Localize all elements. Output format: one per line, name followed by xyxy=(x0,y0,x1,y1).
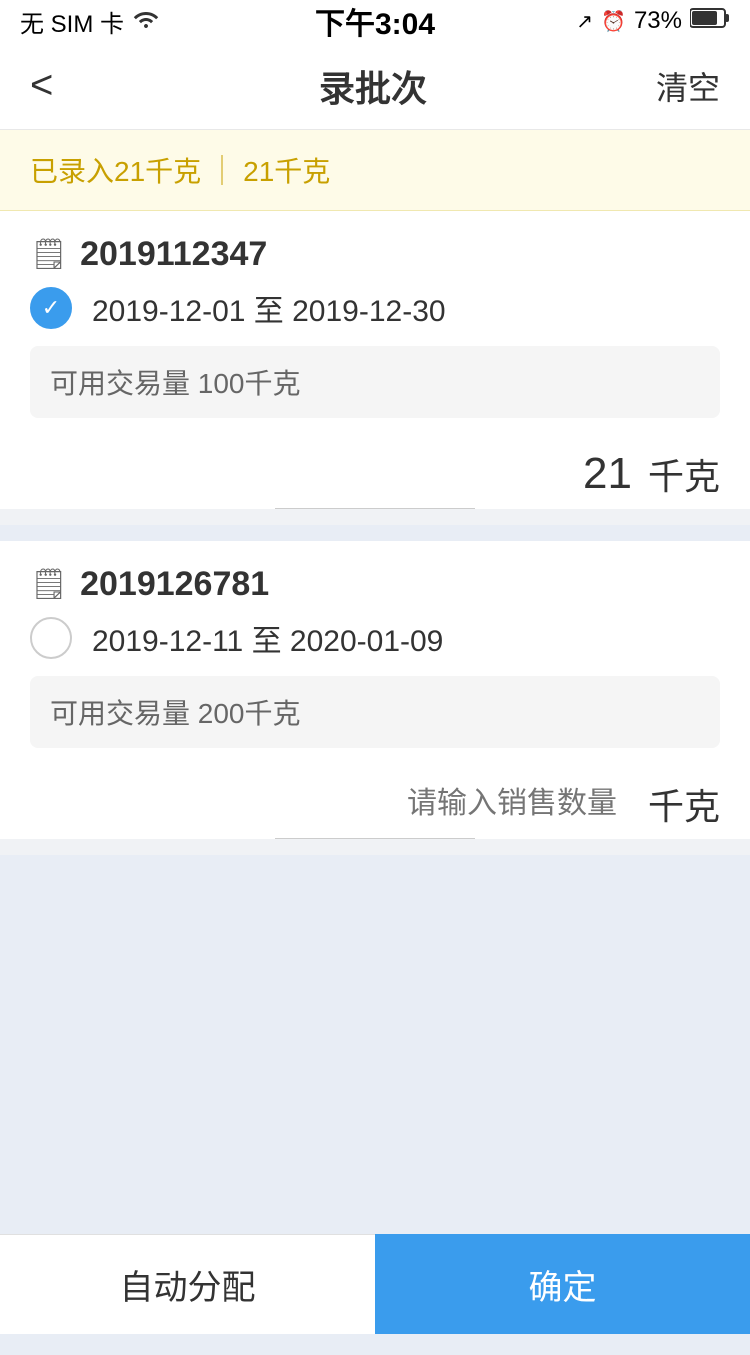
summary-entered: 已录入21千克 xyxy=(30,150,201,190)
page-title: 录批次 xyxy=(319,60,427,112)
confirm-button[interactable]: 确定 xyxy=(375,1234,750,1334)
status-right: ↗ ⏰ 73% xyxy=(576,7,730,36)
batch-1-date: 2019-12-01 至 2019-12-30 xyxy=(92,286,446,330)
batch-2-header: 🗒 2019126781 xyxy=(0,541,750,616)
footer: 自动分配 确定 xyxy=(0,1234,750,1334)
batch-card-2: 🗒 2019126781 2019-12-11 至 2020-01-09 可用交… xyxy=(0,541,750,839)
summary-divider xyxy=(221,155,223,185)
status-time: 下午3:04 xyxy=(315,0,435,43)
batch-1-header: 🗒 2019112347 xyxy=(0,211,750,286)
batch-1-date-row[interactable]: ✓ 2019-12-01 至 2019-12-30 xyxy=(0,286,750,346)
batch-1-id: 2019112347 xyxy=(80,235,267,274)
batch-1-unit: 千克 xyxy=(648,448,720,500)
batch-2-qty-row: 可用交易量 200千克 xyxy=(30,676,720,748)
location-icon: ↗ xyxy=(576,9,593,34)
section-divider xyxy=(0,525,750,541)
batch-2-available-qty: 可用交易量 200千克 xyxy=(50,698,301,729)
batch-doc-icon: 🗒 xyxy=(30,237,68,272)
batch-2-doc-icon: 🗒 xyxy=(30,567,68,602)
status-bar: 无 SIM 卡 下午3:04 ↗ ⏰ 73% xyxy=(0,0,750,42)
wifi-icon xyxy=(132,6,160,37)
battery-icon xyxy=(690,7,730,36)
batch-1-available-qty: 可用交易量 100千克 xyxy=(50,368,301,399)
batch-2-date-row[interactable]: 2019-12-11 至 2020-01-09 xyxy=(0,616,750,676)
back-button[interactable]: < xyxy=(30,63,90,108)
sim-label: 无 SIM 卡 xyxy=(20,4,124,39)
status-left: 无 SIM 卡 xyxy=(20,4,160,39)
battery-label: 73% xyxy=(634,7,682,35)
batch-1-entered-value[interactable]: 21 xyxy=(583,449,632,499)
clear-button[interactable]: 清空 xyxy=(656,63,720,109)
nav-bar: < 录批次 清空 xyxy=(0,42,750,130)
batch-1-qty-row: 可用交易量 100千克 xyxy=(30,346,720,418)
auto-distribute-button[interactable]: 自动分配 xyxy=(0,1234,375,1334)
batch-2-radio[interactable] xyxy=(30,617,72,659)
summary-total: 21千克 xyxy=(243,150,330,190)
batch-2-separator xyxy=(275,838,475,839)
batch-1-radio[interactable]: ✓ xyxy=(30,287,72,329)
batch-2-qty-input[interactable] xyxy=(332,787,632,821)
batch-2-id: 2019126781 xyxy=(80,565,269,604)
summary-banner: 已录入21千克 21千克 xyxy=(0,130,750,211)
batch-card-1: 🗒 2019112347 ✓ 2019-12-01 至 2019-12-30 可… xyxy=(0,211,750,509)
batch-2-date: 2019-12-11 至 2020-01-09 xyxy=(92,616,443,660)
check-icon: ✓ xyxy=(42,297,60,319)
alarm-icon: ⏰ xyxy=(601,9,626,34)
batch-1-separator xyxy=(275,508,475,509)
batch-2-unit: 千克 xyxy=(648,778,720,830)
